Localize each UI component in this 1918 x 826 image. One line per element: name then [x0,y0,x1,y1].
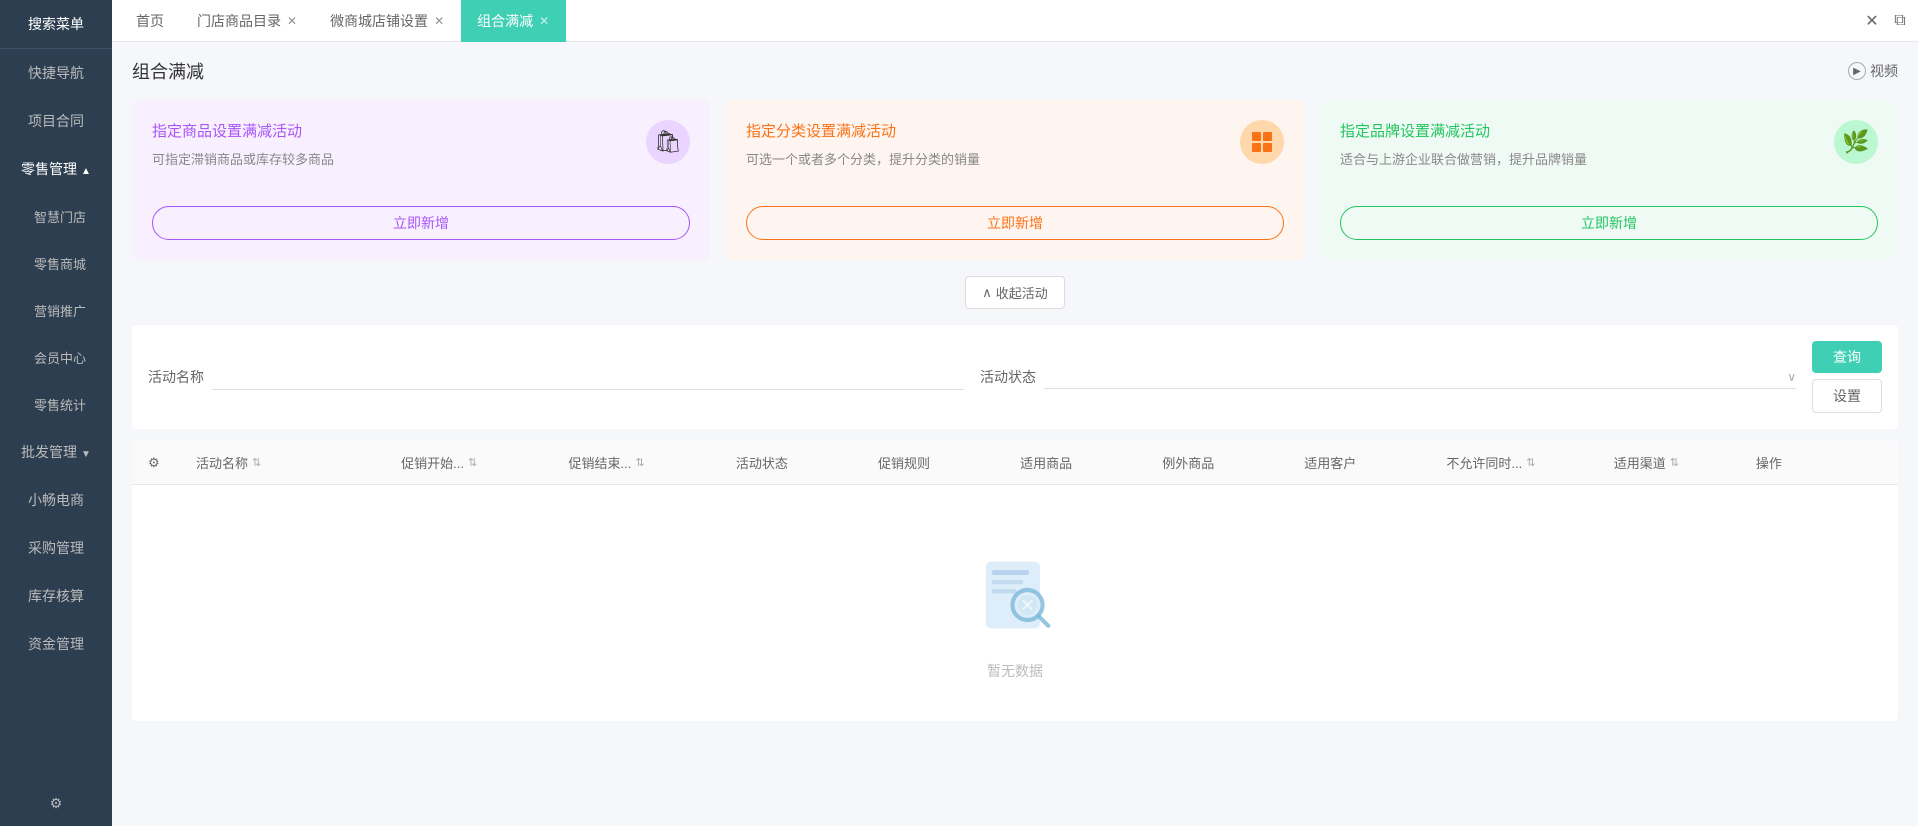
category-activity-card: 指定分类设置满减活动 可选一个或者多个分类，提升分类的销量 立即新增 [726,100,1304,260]
page-header: 组合满减 ▶ 视频 [132,58,1898,84]
tab-mini-store-settings[interactable]: 微商城店铺设置 ✕ [314,0,461,42]
sidebar-item-project-contract[interactable]: 项目合同 [0,97,112,145]
tab-store-catalog[interactable]: 门店商品目录 ✕ [181,0,314,42]
th-settings[interactable]: ⚙ [140,443,188,483]
brand-card-desc: 适合与上游企业联合做营销，提升品牌销量 [1340,149,1878,190]
page-title: 组合满减 [132,58,204,84]
main-area: 首页 门店商品目录 ✕ 微商城店铺设置 ✕ 组合满减 ✕ ✕ ⧉ 组合满减 ▶ … [112,0,1918,826]
th-rule: 促销规则 [870,441,1012,484]
page-content: 组合满减 ▶ 视频 指定商品设置满减活动 可指定滞销商品或库存较多商品 🛍 立即… [112,42,1918,826]
sidebar-settings-btn[interactable]: ⚙ [0,781,112,826]
th-channel[interactable]: 适用渠道 [1606,441,1748,484]
settings-btn[interactable]: 设置 [1812,379,1882,413]
th-action: 操作 [1748,441,1890,484]
collapse-bar: ∧ 收起活动 [132,276,1898,309]
play-icon: ▶ [1848,62,1866,80]
sidebar-item-inventory-calc[interactable]: 库存核算 [0,572,112,620]
sidebar-item-retail-mgmt[interactable]: 零售管理 [0,145,112,193]
filter-name-label: 活动名称 [148,367,204,387]
window-restore-btn[interactable]: ⧉ [1890,11,1910,31]
filter-row: 活动名称 活动状态 ∨ 查询 设置 [132,325,1898,429]
tab-close-mini-store[interactable]: ✕ [434,14,444,28]
brand-activity-card: 指定品牌设置满减活动 适合与上游企业联合做营销，提升品牌销量 🌿 立即新增 [1320,100,1898,260]
th-notallow[interactable]: 不允许同时... [1438,441,1605,484]
sidebar-item-marketing[interactable]: 营销推广 [0,287,112,334]
brand-card-icon: 🌿 [1834,120,1878,164]
goods-card-add-btn[interactable]: 立即新增 [152,206,690,240]
filter-name-item: 活动名称 [148,365,964,390]
gear-icon: ⚙ [148,455,160,471]
sidebar-item-retail-mall[interactable]: 零售商城 [0,240,112,287]
category-card-add-btn[interactable]: 立即新增 [746,206,1284,240]
data-table: ⚙ 活动名称 促销开始... 促销结束... 活动状态 促销规则 [132,441,1898,721]
filter-status-item: 活动状态 ∨ [980,366,1796,389]
video-link[interactable]: ▶ 视频 [1848,61,1898,81]
collapse-activity-btn[interactable]: ∧ 收起活动 [965,276,1065,309]
table-header: ⚙ 活动名称 促销开始... 促销结束... 活动状态 促销规则 [132,441,1898,485]
query-btn[interactable]: 查询 [1812,341,1882,373]
th-start[interactable]: 促销开始... [393,441,560,484]
sidebar-search[interactable]: 搜索菜单 [0,0,112,49]
sidebar-item-retail-stats[interactable]: 零售统计 [0,381,112,428]
sidebar-item-smart-store[interactable]: 智慧门店 [0,193,112,240]
th-goods: 适用商品 [1012,441,1154,484]
th-customer: 适用客户 [1296,441,1438,484]
empty-illustration [965,545,1065,645]
filter-status-select[interactable]: ∨ [1044,366,1796,389]
brand-card-title: 指定品牌设置满减活动 [1340,120,1878,141]
empty-text: 暂无数据 [987,661,1043,681]
goods-card-icon: 🛍 [646,120,690,164]
filter-actions: 查询 设置 [1812,341,1882,413]
goods-card-title: 指定商品设置满减活动 [152,120,690,141]
tab-close-combo-discount[interactable]: ✕ [539,14,549,28]
goods-card-desc: 可指定滞销商品或库存较多商品 [152,149,690,190]
filter-name-input[interactable] [212,365,964,390]
th-status: 活动状态 [728,441,870,484]
th-name[interactable]: 活动名称 [188,441,393,484]
th-end[interactable]: 促销结束... [561,441,728,484]
tab-bar-controls: ✕ ⧉ [1862,11,1910,31]
sidebar-item-quick-nav[interactable]: 快捷导航 [0,49,112,97]
window-close-btn[interactable]: ✕ [1862,11,1882,31]
sidebar-item-finance-mgmt[interactable]: 资金管理 [0,620,112,668]
chevron-down-icon: ∨ [1787,370,1796,384]
brand-card-add-btn[interactable]: 立即新增 [1340,206,1878,240]
sidebar-item-wholesale-mgmt[interactable]: 批发管理 [0,428,112,476]
sidebar-item-small-ecomm[interactable]: 小畅电商 [0,476,112,524]
tab-combo-discount[interactable]: 组合满减 ✕ [461,0,566,42]
chevron-up-icon: ∧ [982,285,992,301]
category-card-icon [1240,120,1284,164]
category-card-desc: 可选一个或者多个分类，提升分类的销量 [746,149,1284,190]
th-except: 例外商品 [1154,441,1296,484]
sidebar-item-member-center[interactable]: 会员中心 [0,334,112,381]
goods-activity-card: 指定商品设置满减活动 可指定滞销商品或库存较多商品 🛍 立即新增 [132,100,710,260]
filter-status-label: 活动状态 [980,367,1036,387]
tab-bar: 首页 门店商品目录 ✕ 微商城店铺设置 ✕ 组合满减 ✕ ✕ ⧉ [112,0,1918,42]
sidebar: 搜索菜单 快捷导航 项目合同 零售管理 智慧门店 零售商城 营销推广 会员中心 … [0,0,112,826]
tab-home[interactable]: 首页 [120,0,181,42]
empty-state: 暂无数据 [132,485,1898,721]
category-card-title: 指定分类设置满减活动 [746,120,1284,141]
sidebar-item-purchase-mgmt[interactable]: 采购管理 [0,524,112,572]
activity-cards: 指定商品设置满减活动 可指定滞销商品或库存较多商品 🛍 立即新增 指定分类设置满… [132,100,1898,260]
tab-close-store-catalog[interactable]: ✕ [287,14,297,28]
